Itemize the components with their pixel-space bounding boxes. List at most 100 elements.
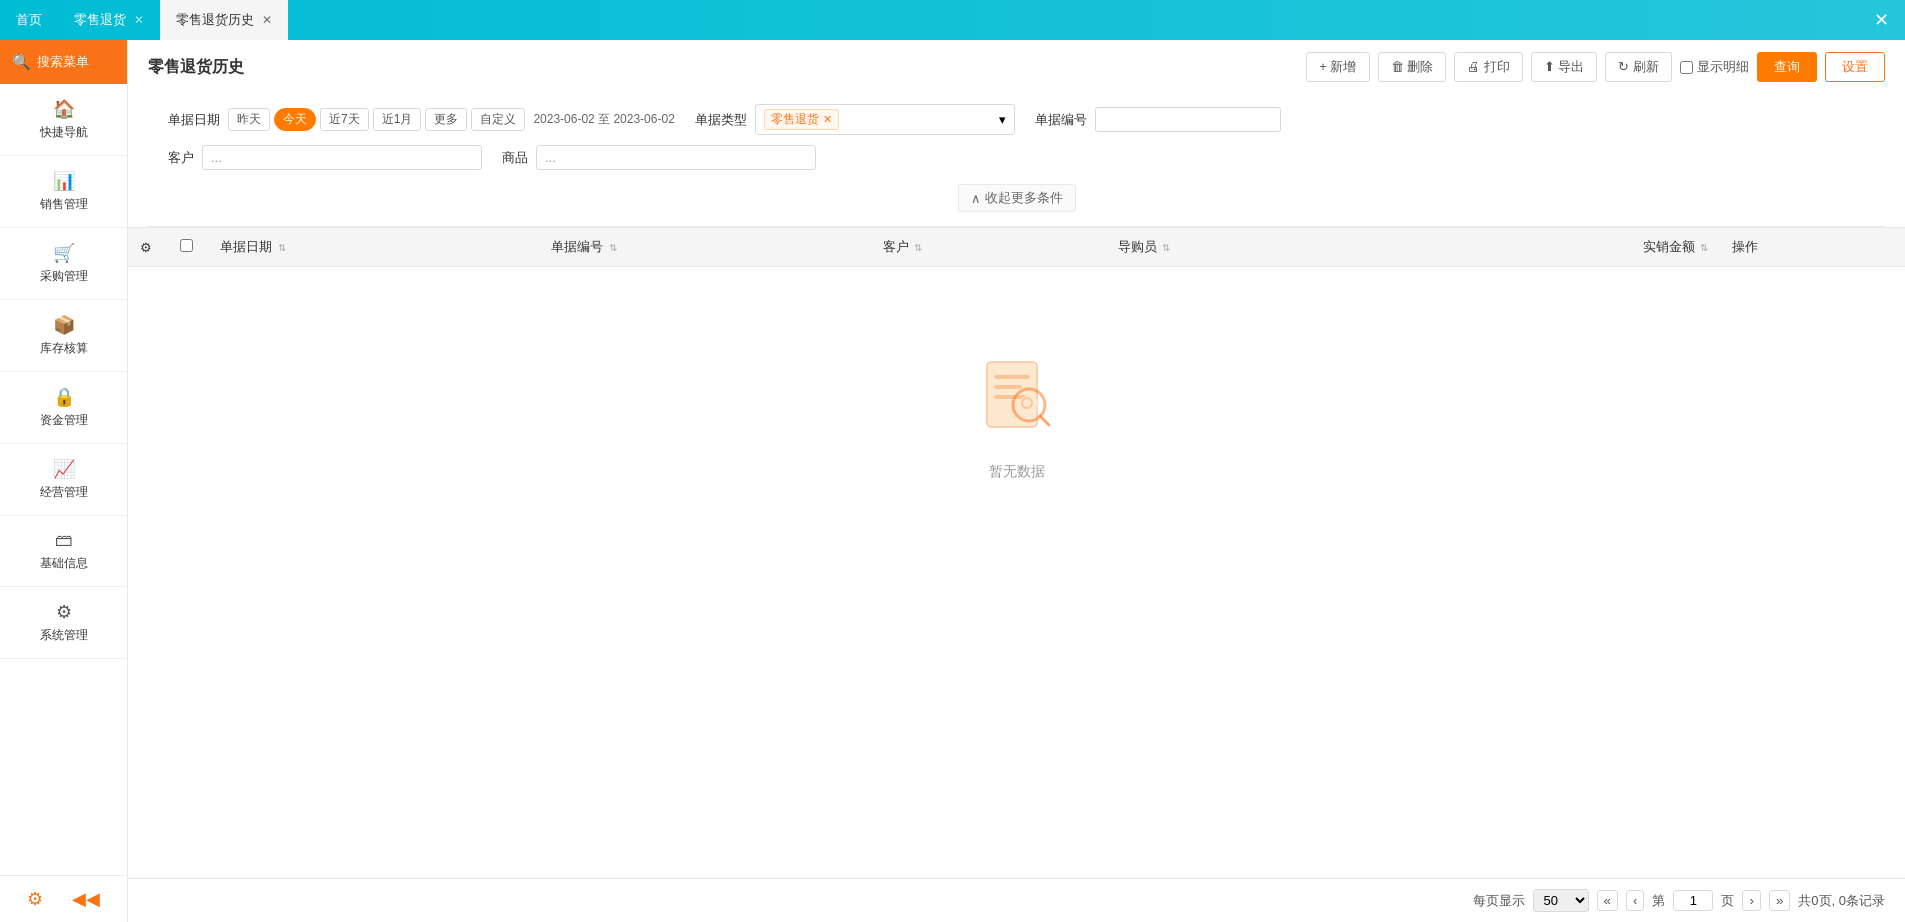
col-checkbox <box>168 228 208 267</box>
page-size-label: 每页显示 <box>1473 892 1525 910</box>
refresh-button[interactable]: ↻ 刷新 <box>1605 52 1672 82</box>
page-header: 零售退货历史 + 新增 🗑 删除 🖨 打印 ⬆ 导出 ↻ 刷新 显示明细 查询 … <box>128 40 1905 228</box>
prev-page-button[interactable]: ‹ <box>1626 890 1644 911</box>
sidebar-item-system-mgmt[interactable]: ⚙ 系统管理 <box>0 587 127 659</box>
settings-button[interactable]: 设置 <box>1825 52 1885 82</box>
sort-customer-icon[interactable]: ⇅ <box>914 242 922 253</box>
sort-doc-number-icon[interactable]: ⇅ <box>609 242 617 253</box>
tab-home[interactable]: 首页 <box>0 0 58 40</box>
empty-row: 暂无数据 <box>128 267 1905 562</box>
date-btn-7days[interactable]: 近7天 <box>320 108 369 131</box>
export-button[interactable]: ⬆ 导出 <box>1531 52 1598 82</box>
tab-retail-return[interactable]: 零售退货 ✕ <box>58 0 160 40</box>
sales-mgmt-icon: 📊 <box>53 170 75 192</box>
operations-icon: 📈 <box>53 458 75 480</box>
content-area: 零售退货历史 + 新增 🗑 删除 🖨 打印 ⬆ 导出 ↻ 刷新 显示明细 查询 … <box>128 40 1905 922</box>
sidebar-item-base-info[interactable]: 🗃 基础信息 <box>0 516 127 587</box>
date-btn-more[interactable]: 更多 <box>425 108 467 131</box>
last-page-button[interactable]: » <box>1769 890 1790 911</box>
quick-nav-icon: 🏠 <box>53 98 75 120</box>
pagination-bar: 每页显示 50 10 20 100 « ‹ 第 页 › » 共0页, 0条记录 <box>128 878 1905 922</box>
tab-list: 首页 零售退货 ✕ 零售退货历史 ✕ <box>0 0 1858 40</box>
sidebar-item-operations[interactable]: 📈 经营管理 <box>0 444 127 516</box>
sidebar-bottom: ⚙ ◀◀ <box>0 875 127 922</box>
customer-input[interactable] <box>202 145 482 170</box>
sidebar-item-finance[interactable]: 🔒 资金管理 <box>0 372 127 444</box>
show-detail-row: 显示明细 <box>1680 58 1749 76</box>
page-title-row: 零售退货历史 + 新增 🗑 删除 🖨 打印 ⬆ 导出 ↻ 刷新 显示明细 查询 … <box>148 52 1885 82</box>
query-button[interactable]: 查询 <box>1757 52 1817 82</box>
collapse-button[interactable]: ∧ 收起更多条件 <box>958 184 1076 212</box>
table-settings-icon[interactable]: ⚙ <box>140 240 152 255</box>
doc-type-tag-close[interactable]: ✕ <box>823 113 832 126</box>
tab-retail-return-close[interactable]: ✕ <box>134 13 144 27</box>
sidebar-item-purchase-mgmt[interactable]: 🛒 采购管理 <box>0 228 127 300</box>
table-body: 暂无数据 <box>128 267 1905 562</box>
sidebar-search[interactable]: 🔍 搜索菜单 <box>0 40 127 84</box>
page-title: 零售退货历史 <box>148 57 244 78</box>
svg-rect-0 <box>987 362 1037 427</box>
customer-filter: 客户 <box>168 145 482 170</box>
doc-number-input[interactable] <box>1095 107 1281 132</box>
date-range-display: 2023-06-02 至 2023-06-02 <box>533 111 674 128</box>
date-btn-custom[interactable]: 自定义 <box>471 108 525 131</box>
col-customer: 客户 ⇅ <box>871 228 1106 267</box>
svg-rect-1 <box>994 375 1030 379</box>
total-info: 共0页, 0条记录 <box>1798 892 1885 910</box>
sort-amount-icon[interactable]: ⇅ <box>1700 242 1708 253</box>
sidebar-gear-button[interactable]: ⚙ <box>27 888 43 910</box>
col-guide: 导购员 ⇅ <box>1106 228 1389 267</box>
tab-retail-return-history[interactable]: 零售退货历史 ✕ <box>160 0 288 40</box>
page-size-select[interactable]: 50 10 20 100 <box>1533 889 1589 912</box>
next-page-button[interactable]: › <box>1742 890 1760 911</box>
goods-filter: 商品 <box>502 145 816 170</box>
sort-doc-date-icon[interactable]: ⇅ <box>278 242 286 253</box>
table-header: ⚙ 单据日期 ⇅ 单据编号 ⇅ <box>128 228 1905 267</box>
finance-icon: 🔒 <box>53 386 75 408</box>
empty-state: 暂无数据 <box>128 267 1905 561</box>
doc-type-dropdown-icon: ▾ <box>999 112 1006 127</box>
date-filter-label: 单据日期 <box>168 111 220 129</box>
goods-input[interactable] <box>536 145 816 170</box>
first-page-button[interactable]: « <box>1597 890 1618 911</box>
svg-rect-2 <box>994 385 1022 389</box>
sidebar-sound-button[interactable]: ◀◀ <box>72 888 100 910</box>
empty-text: 暂无数据 <box>989 463 1045 481</box>
col-amount: 实销金额 ⇅ <box>1389 228 1720 267</box>
base-info-icon: 🗃 <box>55 530 73 551</box>
col-settings: ⚙ <box>128 228 168 267</box>
delete-button[interactable]: 🗑 删除 <box>1378 52 1447 82</box>
doc-type-tag: 零售退货 ✕ <box>764 109 839 130</box>
filter-area: 单据日期 昨天 今天 近7天 近1月 更多 自定义 2023-06-02 至 2… <box>148 94 1885 227</box>
sidebar-item-sales-mgmt[interactable]: 📊 销售管理 <box>0 156 127 228</box>
select-all-checkbox[interactable] <box>180 239 193 252</box>
toolbar: + 新增 🗑 删除 🖨 打印 ⬆ 导出 ↻ 刷新 显示明细 查询 设置 <box>1306 52 1885 82</box>
tab-retail-return-history-close[interactable]: ✕ <box>262 13 272 27</box>
inventory-icon: 📦 <box>53 314 75 336</box>
doc-type-select[interactable]: 零售退货 ✕ ▾ <box>755 104 1015 135</box>
page-label: 第 <box>1652 892 1665 910</box>
new-button[interactable]: + 新增 <box>1306 52 1369 82</box>
date-btn-1month[interactable]: 近1月 <box>373 108 422 131</box>
system-mgmt-icon: ⚙ <box>56 601 72 623</box>
collapse-icon: ∧ <box>971 191 981 206</box>
page-unit: 页 <box>1721 892 1734 910</box>
svg-line-6 <box>1040 416 1049 425</box>
print-button[interactable]: 🖨 打印 <box>1454 52 1523 82</box>
data-table: ⚙ 单据日期 ⇅ 单据编号 ⇅ <box>128 228 1905 561</box>
sidebar-item-inventory[interactable]: 📦 库存核算 <box>0 300 127 372</box>
date-btn-yesterday[interactable]: 昨天 <box>228 108 270 131</box>
sort-guide-icon[interactable]: ⇅ <box>1162 242 1170 253</box>
page-number-input[interactable] <box>1673 890 1713 911</box>
goods-filter-label: 商品 <box>502 149 528 167</box>
customer-filter-label: 客户 <box>168 149 194 167</box>
date-btn-today[interactable]: 今天 <box>274 108 316 131</box>
sidebar: 🔍 搜索菜单 🏠 快捷导航 📊 销售管理 🛒 采购管理 📦 库存核算 🔒 资金管… <box>0 40 128 922</box>
empty-state-illustration <box>967 347 1067 447</box>
filter-row-2: 客户 商品 <box>168 145 1865 170</box>
window-close-button[interactable]: ✕ <box>1858 9 1905 31</box>
purchase-mgmt-icon: 🛒 <box>53 242 75 264</box>
sidebar-item-quick-nav[interactable]: 🏠 快捷导航 <box>0 84 127 156</box>
doc-number-label: 单据编号 <box>1035 111 1087 129</box>
show-detail-checkbox[interactable] <box>1680 61 1693 74</box>
